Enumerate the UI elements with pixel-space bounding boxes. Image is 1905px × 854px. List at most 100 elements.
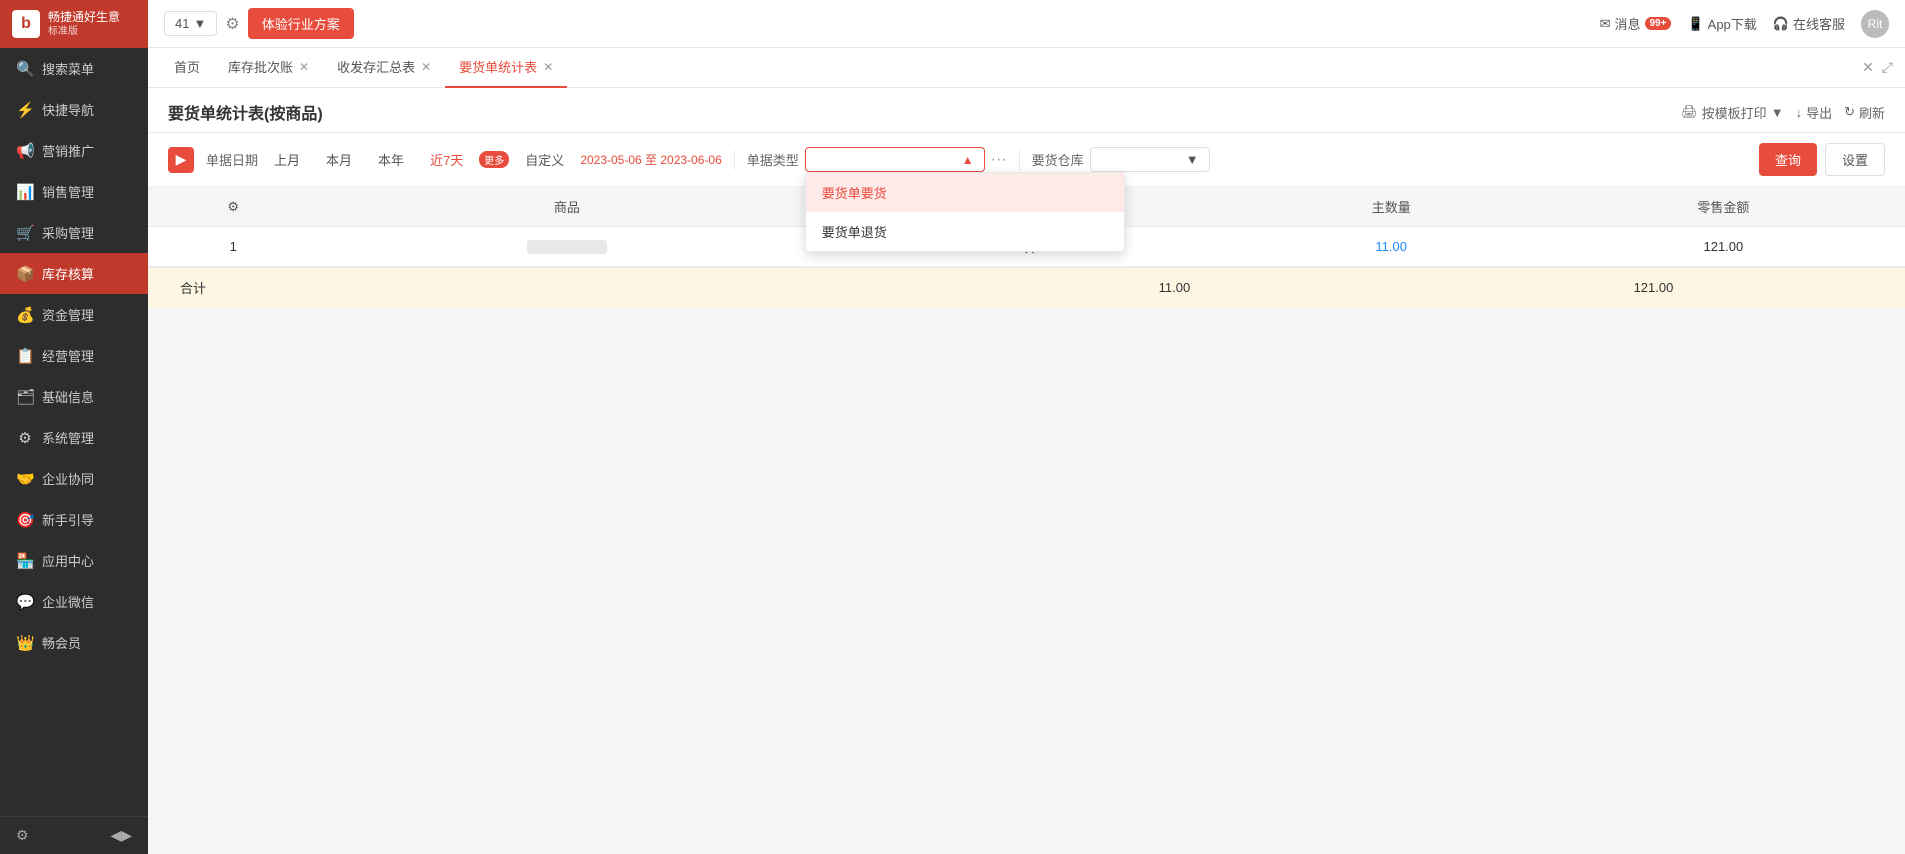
settings-button[interactable]: 设置	[1825, 143, 1885, 176]
avatar[interactable]: Rit	[1861, 10, 1889, 38]
close-all-tabs-icon[interactable]: ✕	[1862, 59, 1874, 76]
message-button[interactable]: ✉ 消息 99+	[1600, 14, 1672, 33]
export-icon: ↓	[1796, 105, 1803, 120]
date-last-7days-btn[interactable]: 近7天	[420, 146, 473, 173]
sidebar-item-label: 快捷导航	[42, 100, 94, 119]
finance-icon: 💰	[16, 306, 34, 324]
topbar-right: ✉ 消息 99+ 📱 App下载 🎧 在线客服 Rit	[1600, 10, 1889, 38]
sidebar-item-label: 采购管理	[42, 223, 94, 242]
sidebar-item-appstore[interactable]: 🏪 应用中心	[0, 540, 148, 581]
sidebar-item-inventory[interactable]: 📦 库存核算	[0, 253, 148, 294]
guide-icon: 🎯	[16, 511, 34, 529]
online-service-button[interactable]: 🎧 在线客服	[1773, 14, 1845, 33]
sidebar-item-sales[interactable]: 📊 销售管理	[0, 171, 148, 212]
sidebar-item-label: 销售管理	[42, 182, 94, 201]
table-footer: 合计 11.00 121.00	[148, 267, 1905, 307]
warehouse-select[interactable]: ▼	[1090, 147, 1210, 172]
sidebar-header: b 畅捷通好生意 标准版	[0, 0, 148, 48]
date-custom-btn[interactable]: 自定义	[515, 146, 574, 173]
sidebar-item-purchase[interactable]: 🛒 采购管理	[0, 212, 148, 253]
date-this-month-btn[interactable]: 本月	[316, 146, 362, 173]
type-select-input[interactable]	[816, 152, 956, 167]
sidebar-item-operation[interactable]: 📋 经营管理	[0, 335, 148, 376]
sidebar-item-system[interactable]: ⚙ 系统管理	[0, 417, 148, 458]
quick-icon: ⚡	[16, 101, 34, 119]
footer-spacer	[360, 280, 935, 295]
date-7days-label: 近7天	[430, 153, 463, 168]
sidebar-nav: 🔍 搜索菜单 ⚡ 快捷导航 📢 营销推广 📊 销售管理 🛒 采购管理 📦 库存核…	[0, 48, 148, 816]
sidebar-item-label: 搜索菜单	[42, 59, 94, 78]
phone-icon: 📱	[1687, 16, 1703, 32]
row-quantity[interactable]: 11.00	[1241, 227, 1542, 267]
topbar-left: 41 ▼ ⚙ 体验行业方案	[164, 8, 1588, 39]
close-order-stat-tab-icon[interactable]: ✕	[543, 60, 553, 74]
member-icon: 👑	[16, 634, 34, 652]
basic-icon: 🗂	[16, 388, 34, 406]
tab-batch[interactable]: 库存批次账 ✕	[214, 48, 323, 88]
refresh-button[interactable]: ↻ 刷新	[1844, 103, 1885, 122]
app-download-label: App下载	[1708, 14, 1757, 33]
query-button[interactable]: 查询	[1759, 143, 1817, 176]
app-download-button[interactable]: 📱 App下载	[1687, 14, 1756, 33]
cooperation-icon: 🤝	[16, 470, 34, 488]
gear-icon[interactable]: ⚙	[225, 14, 239, 34]
sidebar-item-label: 企业协同	[42, 469, 94, 488]
sidebar-item-finance[interactable]: 💰 资金管理	[0, 294, 148, 335]
footer-quantity: 11.00	[935, 280, 1414, 295]
tab-home[interactable]: 首页	[160, 48, 214, 88]
warehouse-filter-label: 要货仓库	[1032, 150, 1084, 169]
sidebar: b 畅捷通好生意 标准版 🔍 搜索菜单 ⚡ 快捷导航 📢 营销推广 📊 销售管理…	[0, 0, 148, 854]
trial-button[interactable]: 体验行业方案	[248, 8, 354, 39]
type-filter-more-icon[interactable]: ···	[991, 151, 1007, 169]
expand-tab-icon[interactable]: ⤢	[1882, 59, 1893, 76]
sidebar-item-label: 资金管理	[42, 305, 94, 324]
col-quantity-header: 主数量	[1241, 187, 1542, 227]
dropdown-order-label: 要货单要货	[822, 186, 887, 201]
refresh-icon: ↻	[1844, 104, 1855, 120]
sidebar-item-quick[interactable]: ⚡ 快捷导航	[0, 89, 148, 130]
sidebar-item-member[interactable]: 👑 畅会员	[0, 622, 148, 663]
dropdown-item-order[interactable]: 要货单要货	[806, 173, 1124, 212]
close-collect-tab-icon[interactable]: ✕	[421, 60, 431, 74]
main-area: 41 ▼ ⚙ 体验行业方案 ✉ 消息 99+ 📱 App下载 🎧 在线客服 Ri…	[148, 0, 1905, 854]
avatar-text: Rit	[1868, 17, 1883, 31]
collapse-sidebar-btn[interactable]: ◀▶	[110, 827, 132, 844]
export-button[interactable]: ↓ 导出	[1796, 103, 1833, 122]
sidebar-item-wechat[interactable]: 💬 企业微信	[0, 581, 148, 622]
print-button[interactable]: 🖨 按模板打印 ▼	[1681, 103, 1783, 122]
sidebar-item-basic[interactable]: 🗂 基础信息	[0, 376, 148, 417]
online-service-label: 在线客服	[1793, 14, 1845, 33]
settings-footer-icon[interactable]: ⚙	[16, 827, 29, 844]
tab-collect[interactable]: 收发存汇总表 ✕	[323, 48, 445, 88]
sidebar-item-search[interactable]: 🔍 搜索菜单	[0, 48, 148, 89]
dropdown-return-label: 要货单退货	[822, 225, 887, 240]
dropdown-item-return[interactable]: 要货单退货	[806, 212, 1124, 251]
sidebar-item-cooperation[interactable]: 🤝 企业协同	[0, 458, 148, 499]
col-amount-header: 零售金额	[1542, 187, 1905, 227]
filter-divider-2	[1019, 150, 1020, 170]
date-last-month-btn[interactable]: 上月	[264, 146, 310, 173]
sidebar-item-label: 企业微信	[42, 592, 94, 611]
date-range-display: 2023-05-06 至 2023-06-06	[580, 151, 721, 168]
chevron-down-icon: ▼	[193, 16, 206, 31]
appstore-icon: 🏪	[16, 552, 34, 570]
row-amount: 121.00	[1542, 227, 1905, 267]
warehouse-filter-group: 要货仓库 ▼	[1032, 147, 1210, 172]
print-label: 按模板打印	[1702, 103, 1767, 122]
close-batch-tab-icon[interactable]: ✕	[299, 60, 309, 74]
filter-expand-button[interactable]: ▶	[168, 147, 194, 173]
col-product-header: 商品	[318, 187, 815, 227]
col-settings[interactable]: ⚙	[148, 187, 318, 227]
footer-amount: 121.00	[1414, 280, 1893, 295]
sidebar-item-marketing[interactable]: 📢 营销推广	[0, 130, 148, 171]
service-icon: 🎧	[1773, 16, 1789, 32]
app-title: 畅捷通好生意 标准版	[48, 10, 120, 39]
chevron-down-warehouse-icon: ▼	[1186, 152, 1199, 167]
tab-order-stat[interactable]: 要货单统计表 ✕	[445, 48, 567, 88]
sidebar-item-guide[interactable]: 🎯 新手引导	[0, 499, 148, 540]
footer-label: 合计	[160, 278, 360, 297]
sidebar-footer: ⚙ ◀▶	[0, 816, 148, 854]
store-selector[interactable]: 41 ▼	[164, 11, 217, 36]
date-this-year-btn[interactable]: 本年	[368, 146, 414, 173]
type-select[interactable]: ▲	[805, 147, 985, 172]
